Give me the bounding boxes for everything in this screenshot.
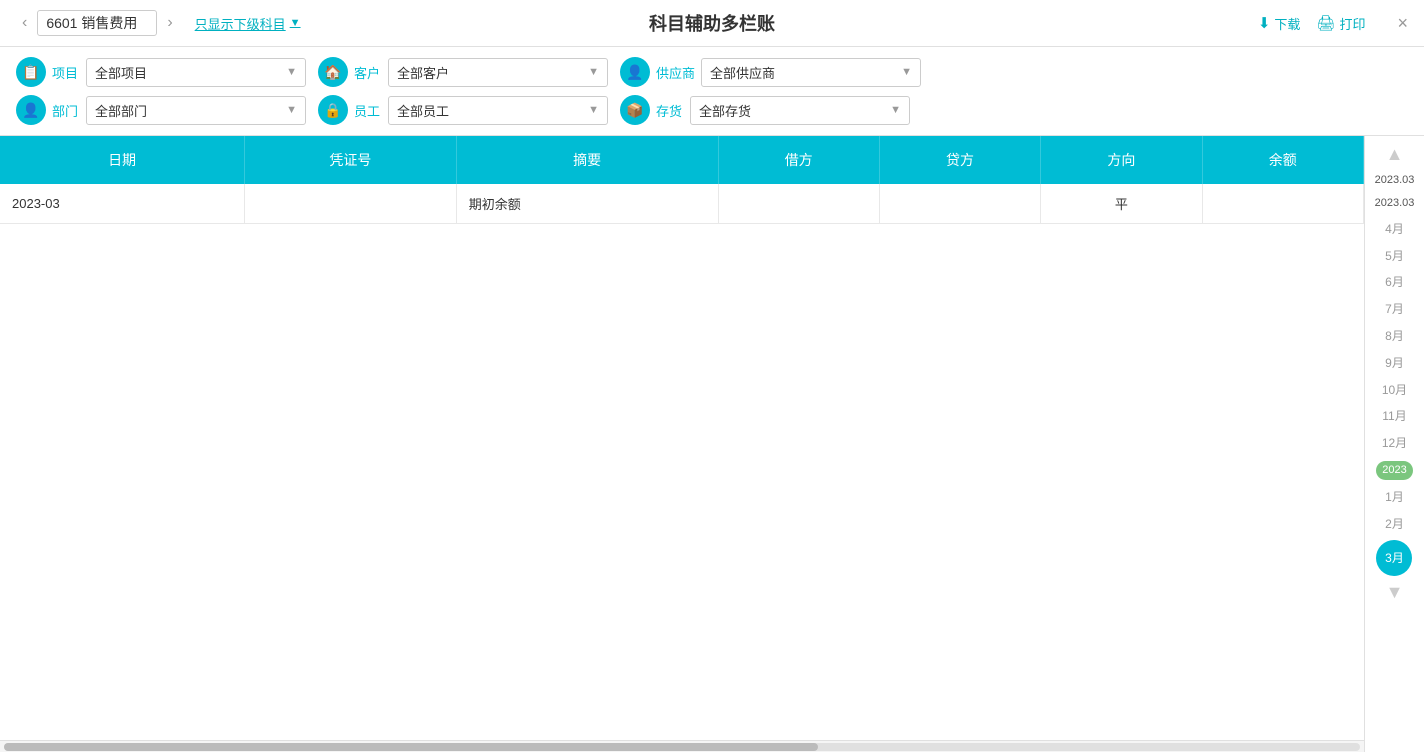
sidebar-scroll-up[interactable]: ▲ [1382,140,1408,169]
project-value: 全部项目 [95,63,147,82]
filter-row-2: 👤 部门 全部部门 ▼ 🔒 员工 全部员工 ▼ 📦 存货 [16,95,1408,125]
sidebar-period-item[interactable]: 10月 [1375,377,1415,404]
top-bar: ‹ 6601 销售费用 › 只显示下级科目 ▼ 科目辅助多栏账 ⬇ 下载 🖨 打… [0,0,1424,47]
dept-icon: 👤 [16,95,46,125]
right-sidebar: ▲ 2023.032023.034月5月6月7月8月9月10月11月12月202… [1364,136,1424,752]
filter-item-project: 📋 项目 全部项目 ▼ [16,57,306,87]
col-debit: 借方 [718,136,879,184]
download-icon: ⬇ [1258,14,1271,32]
cell-balance [1202,184,1363,224]
horizontal-scrollbar[interactable] [0,740,1364,752]
employee-value: 全部员工 [397,101,449,120]
col-balance: 余额 [1202,136,1363,184]
account-code: 6601 销售费用 [37,10,157,36]
dept-value: 全部部门 [95,101,147,120]
chevron-down-icon: ▼ [588,104,599,116]
show-sub-toggle[interactable]: 只显示下级科目 ▼ [195,14,301,33]
scrollbar-track [4,743,1360,751]
employee-select[interactable]: 全部员工 ▼ [388,96,608,125]
supplier-label: 供应商 [656,63,695,82]
download-button[interactable]: ⬇ 下载 [1258,14,1301,33]
filter-area: 📋 项目 全部项目 ▼ 🏠 客户 全部客户 ▼ 👤 供应商 [0,47,1424,136]
filter-row-1: 📋 项目 全部项目 ▼ 🏠 客户 全部客户 ▼ 👤 供应商 [16,57,1408,87]
table-row[interactable]: 2023-03 期初余额 平 [0,184,1364,224]
prev-arrow[interactable]: ‹ [16,12,33,34]
top-actions: ⬇ 下载 🖨 打印 × [1258,13,1408,34]
employee-icon: 🔒 [318,95,348,125]
inventory-select[interactable]: 全部存货 ▼ [690,96,910,125]
print-button[interactable]: 🖨 打印 [1316,14,1365,33]
col-date: 日期 [0,136,245,184]
employee-label: 员工 [354,101,382,120]
dept-label: 部门 [52,101,80,120]
filter-item-customer: 🏠 客户 全部客户 ▼ [318,57,608,87]
sidebar-period-item[interactable]: 3月 [1376,540,1412,576]
project-icon: 📋 [16,57,46,87]
show-sub-label: 只显示下级科目 [195,14,286,33]
chevron-down-icon: ▼ [890,104,901,116]
dept-select[interactable]: 全部部门 ▼ [86,96,306,125]
inventory-icon: 📦 [620,95,650,125]
sidebar-period-item[interactable]: 11月 [1375,403,1415,430]
table-area: 日期 凭证号 摘要 借方 贷方 方向 余额 2023-03 期初余额 [0,136,1364,752]
cell-date: 2023-03 [0,184,245,224]
show-sub-arrow: ▼ [290,17,301,29]
sidebar-period-item[interactable]: 2023 [1376,461,1412,480]
filter-item-employee: 🔒 员工 全部员工 ▼ [318,95,608,125]
sidebar-period-item[interactable]: 8月 [1375,323,1415,350]
chevron-down-icon: ▼ [286,66,297,78]
cell-direction: 平 [1041,184,1202,224]
customer-select[interactable]: 全部客户 ▼ [388,58,608,87]
customer-value: 全部客户 [397,63,449,82]
page-title: 科目辅助多栏账 [649,10,775,36]
next-arrow[interactable]: › [161,12,178,34]
col-summary: 摘要 [456,136,718,184]
data-table: 日期 凭证号 摘要 借方 贷方 方向 余额 2023-03 期初余额 [0,136,1364,224]
sidebar-period-item[interactable]: 12月 [1375,430,1415,457]
project-label: 项目 [52,63,80,82]
cell-summary: 期初余额 [456,184,718,224]
sidebar-scroll-down[interactable]: ▼ [1382,578,1408,607]
filter-item-dept: 👤 部门 全部部门 ▼ [16,95,306,125]
cell-voucher [245,184,457,224]
col-voucher: 凭证号 [245,136,457,184]
cell-credit [879,184,1040,224]
sidebar-period-item[interactable]: 4月 [1375,216,1415,243]
main-content: 日期 凭证号 摘要 借方 贷方 方向 余额 2023-03 期初余额 [0,136,1424,752]
sidebar-period-item[interactable]: 1月 [1375,484,1415,511]
sidebar-period-item[interactable]: 2023.03 [1375,169,1415,192]
supplier-value: 全部供应商 [710,63,775,82]
main-window: ‹ 6601 销售费用 › 只显示下级科目 ▼ 科目辅助多栏账 ⬇ 下载 🖨 打… [0,0,1424,752]
sidebar-period-item[interactable]: 5月 [1375,243,1415,270]
chevron-down-icon: ▼ [588,66,599,78]
scrollbar-thumb[interactable] [4,743,818,751]
sidebar-period-item[interactable]: 9月 [1375,350,1415,377]
filter-item-inventory: 📦 存货 全部存货 ▼ [620,95,910,125]
supplier-icon: 👤 [620,57,650,87]
nav-area: ‹ 6601 销售费用 › 只显示下级科目 ▼ [16,10,301,36]
sidebar-period-item[interactable]: 2月 [1375,511,1415,538]
inventory-label: 存货 [656,101,684,120]
print-label: 打印 [1339,14,1365,33]
project-select[interactable]: 全部项目 ▼ [86,58,306,87]
print-icon: 🖨 [1316,14,1335,32]
inventory-value: 全部存货 [699,101,751,120]
download-label: 下载 [1274,14,1300,33]
customer-label: 客户 [354,63,382,82]
sidebar-period-item[interactable]: 6月 [1375,269,1415,296]
sidebar-period-item[interactable]: 2023.03 [1375,192,1415,215]
chevron-down-icon: ▼ [286,104,297,116]
table-header-row: 日期 凭证号 摘要 借方 贷方 方向 余额 [0,136,1364,184]
cell-debit [718,184,879,224]
close-button[interactable]: × [1397,13,1408,34]
supplier-select[interactable]: 全部供应商 ▼ [701,58,921,87]
col-credit: 贷方 [879,136,1040,184]
sidebar-period-item[interactable]: 7月 [1375,296,1415,323]
filter-item-supplier: 👤 供应商 全部供应商 ▼ [620,57,921,87]
col-direction: 方向 [1041,136,1202,184]
chevron-down-icon: ▼ [901,66,912,78]
customer-icon: 🏠 [318,57,348,87]
